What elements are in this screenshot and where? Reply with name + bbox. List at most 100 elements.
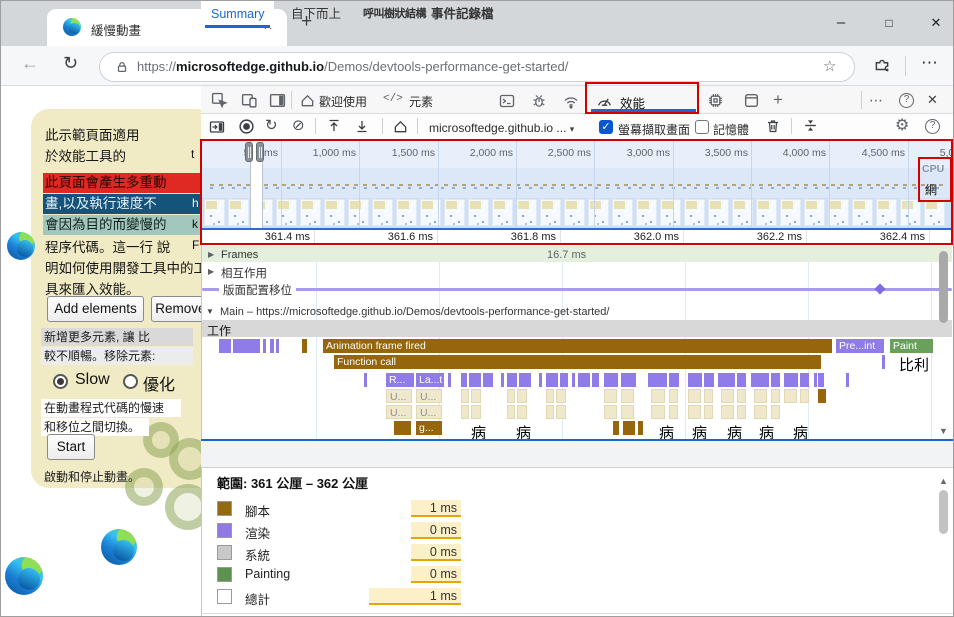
flame-block[interactable] bbox=[263, 339, 266, 353]
devtools-close-icon[interactable]: ✕ bbox=[927, 92, 938, 108]
radio-optimized[interactable] bbox=[123, 374, 138, 389]
tab-welcome[interactable]: 歡迎使用 bbox=[319, 93, 367, 110]
flame-block[interactable] bbox=[276, 339, 279, 353]
filmstrip-thumbnail[interactable] bbox=[396, 199, 417, 226]
filmstrip-thumbnail[interactable] bbox=[516, 199, 537, 226]
filmstrip-thumbnail[interactable] bbox=[564, 199, 585, 226]
flame-block[interactable] bbox=[754, 389, 767, 403]
flame-block[interactable] bbox=[669, 405, 678, 419]
filmstrip-thumbnail[interactable] bbox=[540, 199, 561, 226]
device-emulation-icon[interactable] bbox=[241, 92, 258, 109]
filmstrip-thumbnail[interactable] bbox=[900, 199, 921, 226]
start-button[interactable]: Start bbox=[47, 434, 95, 460]
collapse-tracks-icon[interactable] bbox=[802, 117, 819, 134]
flame-block[interactable] bbox=[704, 389, 713, 403]
console-icon[interactable] bbox=[499, 93, 515, 109]
filmstrip-thumbnail[interactable] bbox=[228, 199, 249, 226]
browser-menu-icon[interactable]: ⋯ bbox=[921, 53, 938, 73]
flame-block[interactable] bbox=[800, 373, 809, 387]
flame-block[interactable] bbox=[737, 373, 746, 387]
flame-scrollbar-thumb[interactable] bbox=[939, 251, 948, 323]
overview-cpu-track[interactable] bbox=[202, 168, 952, 198]
filmstrip-thumbnail[interactable] bbox=[420, 199, 441, 226]
flame-block[interactable] bbox=[501, 373, 504, 387]
flame-block[interactable] bbox=[688, 405, 701, 419]
flame-block[interactable] bbox=[517, 405, 527, 419]
flame-block[interactable]: U... bbox=[416, 389, 442, 403]
flame-block[interactable] bbox=[721, 389, 734, 403]
flame-block[interactable] bbox=[592, 373, 599, 387]
filmstrip-thumbnail[interactable] bbox=[684, 199, 705, 226]
collapse-triangle-icon[interactable]: ▶ bbox=[208, 267, 214, 276]
dock-side-icon[interactable] bbox=[269, 92, 286, 109]
flame-block[interactable] bbox=[621, 389, 634, 403]
filmstrip-thumbnail[interactable] bbox=[756, 199, 777, 226]
filmstrip-thumbnail[interactable] bbox=[588, 199, 609, 226]
flame-block[interactable] bbox=[546, 389, 554, 403]
filmstrip-thumbnail[interactable] bbox=[372, 199, 393, 226]
flame-block[interactable] bbox=[669, 389, 678, 403]
filmstrip-thumbnail[interactable] bbox=[876, 199, 897, 226]
flame-block[interactable] bbox=[461, 373, 467, 387]
application-icon[interactable] bbox=[743, 92, 760, 109]
flame-block[interactable] bbox=[519, 373, 531, 387]
filmstrip-thumbnail[interactable] bbox=[612, 199, 633, 226]
flame-block[interactable] bbox=[818, 373, 824, 387]
flame-block[interactable] bbox=[737, 389, 746, 403]
memory-checkbox[interactable] bbox=[695, 120, 709, 134]
panel-sidebar-toggle-icon[interactable] bbox=[209, 119, 225, 135]
flame-block[interactable]: Function call bbox=[334, 355, 821, 369]
flame-block[interactable] bbox=[613, 421, 619, 435]
flame-block[interactable] bbox=[578, 373, 590, 387]
filmstrip[interactable] bbox=[202, 198, 952, 228]
flame-chart[interactable]: Animation frame fired Pre...int Paint Funct… bbox=[202, 338, 952, 439]
flame-block[interactable] bbox=[623, 421, 635, 435]
flame-block[interactable] bbox=[471, 405, 481, 419]
flame-block[interactable]: Animation frame fired bbox=[323, 339, 832, 353]
devtools-help-icon[interactable]: ? bbox=[899, 93, 914, 108]
settings-gear-icon[interactable]: ⚙ bbox=[895, 115, 909, 135]
tab-bottom-up[interactable]: 自下而上 bbox=[281, 1, 351, 28]
flame-block[interactable] bbox=[507, 405, 515, 419]
back-button[interactable]: ← bbox=[21, 53, 39, 74]
flame-block[interactable] bbox=[507, 373, 517, 387]
flame-block[interactable] bbox=[483, 373, 493, 387]
flame-block[interactable] bbox=[651, 405, 665, 419]
filmstrip-thumbnail[interactable] bbox=[468, 199, 489, 226]
maximize-button[interactable]: □ bbox=[866, 7, 912, 39]
flame-block[interactable] bbox=[394, 421, 411, 435]
filmstrip-thumbnail[interactable] bbox=[732, 199, 753, 226]
flame-block[interactable]: U... bbox=[386, 389, 412, 403]
filmstrip-thumbnail[interactable] bbox=[924, 199, 945, 226]
tab-event-log[interactable]: 事件記錄檔 bbox=[421, 1, 504, 28]
filmstrip-thumbnail[interactable] bbox=[852, 199, 873, 226]
clear-icon[interactable]: ⊘ bbox=[292, 116, 305, 134]
collapse-triangle-icon[interactable]: ▶ bbox=[208, 250, 214, 259]
trash-icon[interactable] bbox=[765, 118, 781, 134]
flame-block[interactable] bbox=[604, 389, 617, 403]
flame-block[interactable] bbox=[604, 405, 617, 419]
flame-block[interactable] bbox=[539, 373, 542, 387]
flame-block[interactable] bbox=[461, 405, 469, 419]
flame-block[interactable] bbox=[302, 339, 307, 353]
minimize-button[interactable]: – bbox=[818, 7, 864, 39]
scroll-up-icon[interactable]: ▲ bbox=[939, 476, 948, 486]
flame-block[interactable] bbox=[364, 373, 367, 387]
upload-profile-icon[interactable] bbox=[326, 118, 342, 134]
flame-block[interactable] bbox=[771, 373, 780, 387]
flame-block[interactable] bbox=[688, 389, 701, 403]
filmstrip-thumbnail[interactable] bbox=[204, 199, 225, 226]
overview-ruler[interactable]: 500 ms1,000 ms1,500 ms2,000 ms2,500 ms3,… bbox=[202, 141, 952, 168]
selection-handle-right[interactable] bbox=[256, 142, 264, 162]
filmstrip-thumbnail[interactable] bbox=[636, 199, 657, 226]
inspect-icon[interactable] bbox=[211, 92, 228, 109]
tab-summary[interactable]: Summary bbox=[201, 1, 275, 28]
filmstrip-thumbnail[interactable] bbox=[324, 199, 345, 226]
flame-block[interactable] bbox=[556, 389, 566, 403]
origin-dropdown[interactable]: microsoftedge.github.io ... ▾ bbox=[429, 121, 574, 135]
perf-help-icon[interactable]: ? bbox=[925, 119, 940, 134]
flame-block[interactable]: Paint bbox=[890, 339, 933, 353]
flame-block[interactable]: La...t bbox=[416, 373, 444, 387]
filmstrip-thumbnail[interactable] bbox=[780, 199, 801, 226]
flame-block[interactable] bbox=[638, 421, 643, 435]
